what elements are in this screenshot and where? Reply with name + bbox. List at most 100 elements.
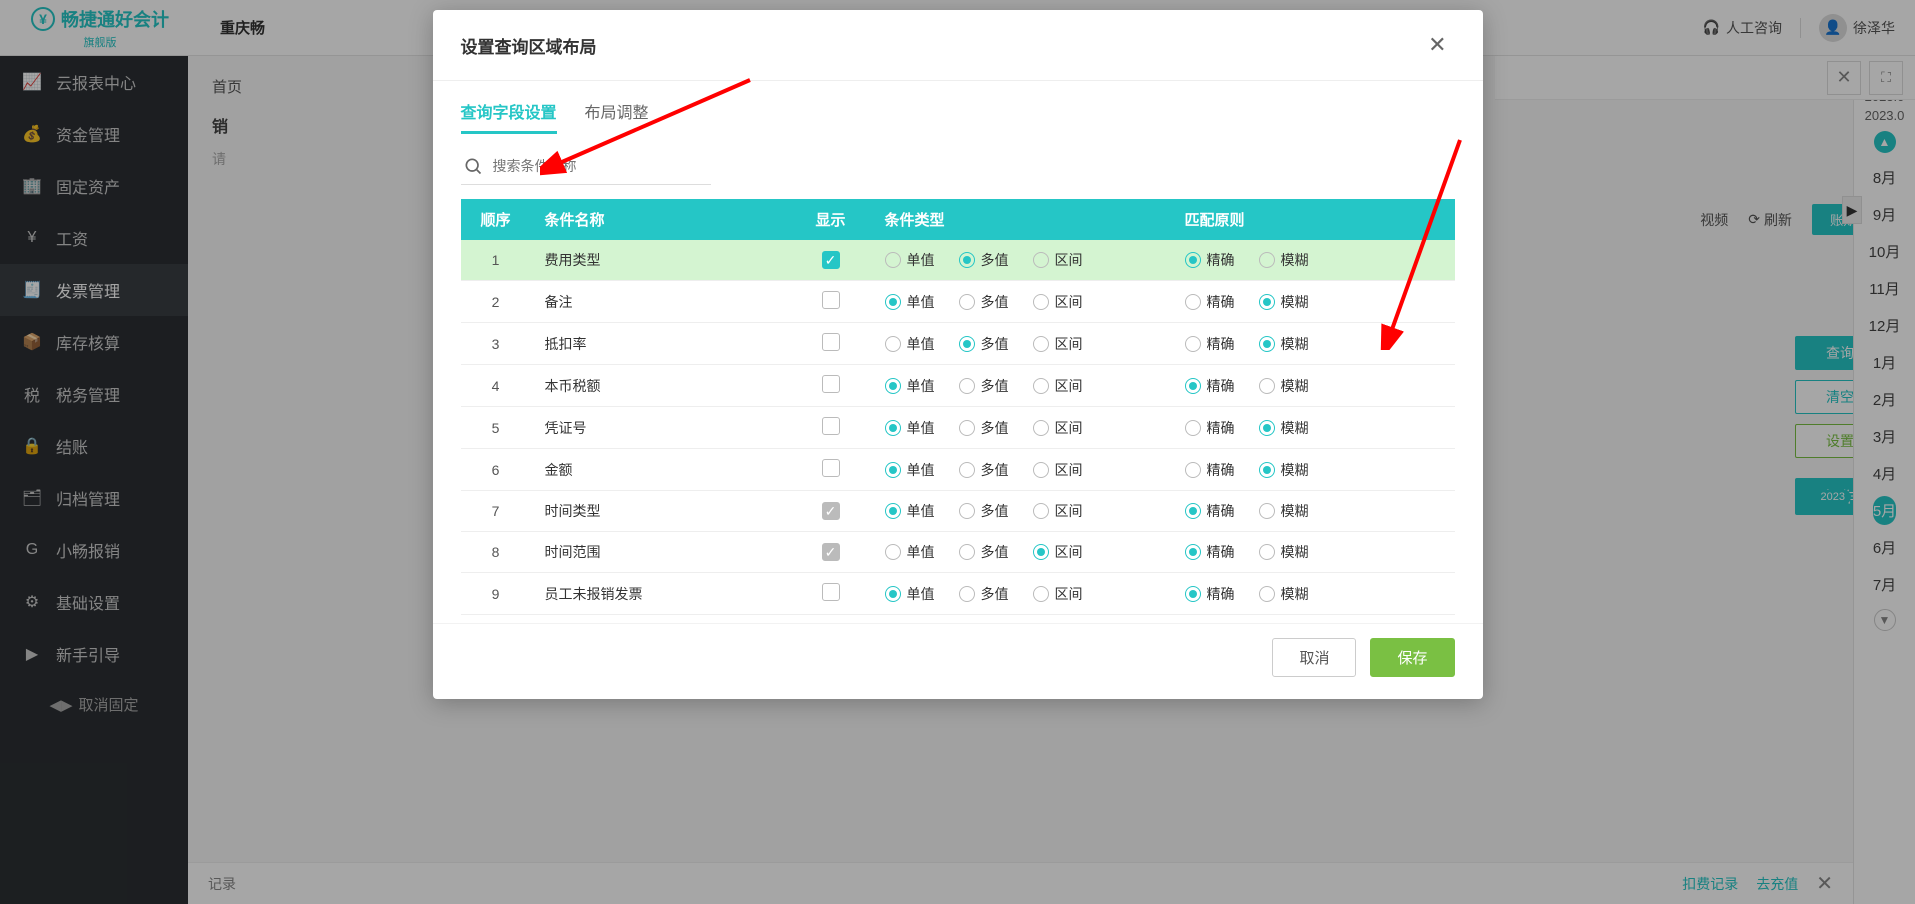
table-row: 3抵扣率单值多值区间精确模糊: [461, 323, 1455, 365]
radio-dot-icon: [1185, 378, 1201, 394]
radio-dot-icon: [1259, 420, 1275, 436]
query-layout-modal: 设置查询区域布局 ✕ 查询字段设置 布局调整 顺序 条件名称 显示 条件类型 匹…: [433, 10, 1483, 699]
row-seq: 5: [461, 407, 531, 449]
type-radio-single[interactable]: 单值: [885, 376, 935, 396]
match-radio-exact[interactable]: 精确: [1185, 460, 1235, 480]
type-radio-range[interactable]: 区间: [1033, 250, 1083, 270]
radio-dot-icon: [1033, 544, 1049, 560]
type-radio-range[interactable]: 区间: [1033, 584, 1083, 604]
search-icon: [463, 156, 483, 176]
radio-dot-icon: [1185, 336, 1201, 352]
col-type: 条件类型: [871, 199, 1171, 240]
type-radio-multi[interactable]: 多值: [959, 418, 1009, 438]
row-type-cell: 单值 多值 区间: [871, 532, 1171, 573]
type-radio-range[interactable]: 区间: [1033, 542, 1083, 562]
search-input[interactable]: [493, 158, 709, 174]
type-radio-single[interactable]: 单值: [885, 334, 935, 354]
tab-field-settings[interactable]: 查询字段设置: [461, 99, 557, 134]
radio-dot-icon: [1033, 252, 1049, 268]
type-radio-multi[interactable]: 多值: [959, 460, 1009, 480]
show-checkbox[interactable]: [822, 459, 840, 477]
match-radio-fuzzy[interactable]: 模糊: [1259, 292, 1309, 312]
type-radio-range[interactable]: 区间: [1033, 334, 1083, 354]
type-radio-single[interactable]: 单值: [885, 584, 935, 604]
radio-dot-icon: [885, 420, 901, 436]
match-radio-fuzzy[interactable]: 模糊: [1259, 542, 1309, 562]
type-radio-multi[interactable]: 多值: [959, 250, 1009, 270]
match-radio-exact[interactable]: 精确: [1185, 542, 1235, 562]
match-radio-exact[interactable]: 精确: [1185, 334, 1235, 354]
match-radio-fuzzy[interactable]: 模糊: [1259, 460, 1309, 480]
match-radio-fuzzy[interactable]: 模糊: [1259, 376, 1309, 396]
row-match-cell: 精确 模糊: [1171, 491, 1455, 532]
table-row: 9员工未报销发票单值多值区间精确模糊: [461, 573, 1455, 615]
match-radio-fuzzy[interactable]: 模糊: [1259, 418, 1309, 438]
type-radio-range[interactable]: 区间: [1033, 418, 1083, 438]
table-row: 8时间范围✓单值多值区间精确模糊: [461, 532, 1455, 573]
type-radio-single[interactable]: 单值: [885, 250, 935, 270]
match-radio-exact[interactable]: 精确: [1185, 584, 1235, 604]
col-seq: 顺序: [461, 199, 531, 240]
table-row: 2备注单值多值区间精确模糊: [461, 281, 1455, 323]
radio-dot-icon: [959, 420, 975, 436]
row-name: 费用类型: [531, 240, 791, 281]
tab-layout-adjust[interactable]: 布局调整: [585, 99, 649, 134]
match-radio-exact[interactable]: 精确: [1185, 376, 1235, 396]
match-radio-exact[interactable]: 精确: [1185, 250, 1235, 270]
type-radio-single[interactable]: 单值: [885, 418, 935, 438]
show-checkbox[interactable]: ✓: [822, 251, 840, 269]
match-radio-fuzzy[interactable]: 模糊: [1259, 501, 1309, 521]
type-radio-single[interactable]: 单值: [885, 292, 935, 312]
show-checkbox[interactable]: [822, 583, 840, 601]
row-show-cell: [791, 281, 871, 323]
radio-dot-icon: [1033, 420, 1049, 436]
match-radio-exact[interactable]: 精确: [1185, 292, 1235, 312]
show-checkbox[interactable]: [822, 291, 840, 309]
cancel-button[interactable]: 取消: [1272, 638, 1356, 677]
type-radio-multi[interactable]: 多值: [959, 376, 1009, 396]
radio-dot-icon: [1033, 586, 1049, 602]
type-radio-range[interactable]: 区间: [1033, 460, 1083, 480]
row-type-cell: 单值 多值 区间: [871, 281, 1171, 323]
type-radio-range[interactable]: 区间: [1033, 501, 1083, 521]
type-radio-multi[interactable]: 多值: [959, 501, 1009, 521]
row-type-cell: 单值 多值 区间: [871, 491, 1171, 532]
type-radio-single[interactable]: 单值: [885, 501, 935, 521]
radio-dot-icon: [1259, 294, 1275, 310]
type-radio-multi[interactable]: 多值: [959, 292, 1009, 312]
type-radio-multi[interactable]: 多值: [959, 542, 1009, 562]
row-show-cell: [791, 407, 871, 449]
radio-dot-icon: [885, 544, 901, 560]
row-show-cell: ✓: [791, 240, 871, 281]
row-show-cell: [791, 365, 871, 407]
type-radio-multi[interactable]: 多值: [959, 334, 1009, 354]
table-row: 6金额单值多值区间精确模糊: [461, 449, 1455, 491]
row-type-cell: 单值 多值 区间: [871, 449, 1171, 491]
match-radio-exact[interactable]: 精确: [1185, 418, 1235, 438]
show-checkbox[interactable]: [822, 375, 840, 393]
row-match-cell: 精确 模糊: [1171, 532, 1455, 573]
row-type-cell: 单值 多值 区间: [871, 240, 1171, 281]
table-row: 5凭证号单值多值区间精确模糊: [461, 407, 1455, 449]
show-checkbox[interactable]: ✓: [822, 543, 840, 561]
radio-dot-icon: [1033, 462, 1049, 478]
modal-close-button[interactable]: ✕: [1420, 28, 1454, 62]
type-radio-range[interactable]: 区间: [1033, 376, 1083, 396]
row-show-cell: [791, 323, 871, 365]
type-radio-multi[interactable]: 多值: [959, 584, 1009, 604]
type-radio-single[interactable]: 单值: [885, 542, 935, 562]
match-radio-fuzzy[interactable]: 模糊: [1259, 334, 1309, 354]
show-checkbox[interactable]: [822, 417, 840, 435]
table-row: 1费用类型✓单值多值区间精确模糊: [461, 240, 1455, 281]
match-radio-fuzzy[interactable]: 模糊: [1259, 584, 1309, 604]
match-radio-exact[interactable]: 精确: [1185, 501, 1235, 521]
row-type-cell: 单值 多值 区间: [871, 573, 1171, 615]
search-row: [461, 150, 711, 185]
match-radio-fuzzy[interactable]: 模糊: [1259, 250, 1309, 270]
show-checkbox[interactable]: ✓: [822, 502, 840, 520]
show-checkbox[interactable]: [822, 333, 840, 351]
type-radio-range[interactable]: 区间: [1033, 292, 1083, 312]
save-button[interactable]: 保存: [1370, 638, 1454, 677]
row-match-cell: 精确 模糊: [1171, 240, 1455, 281]
type-radio-single[interactable]: 单值: [885, 460, 935, 480]
